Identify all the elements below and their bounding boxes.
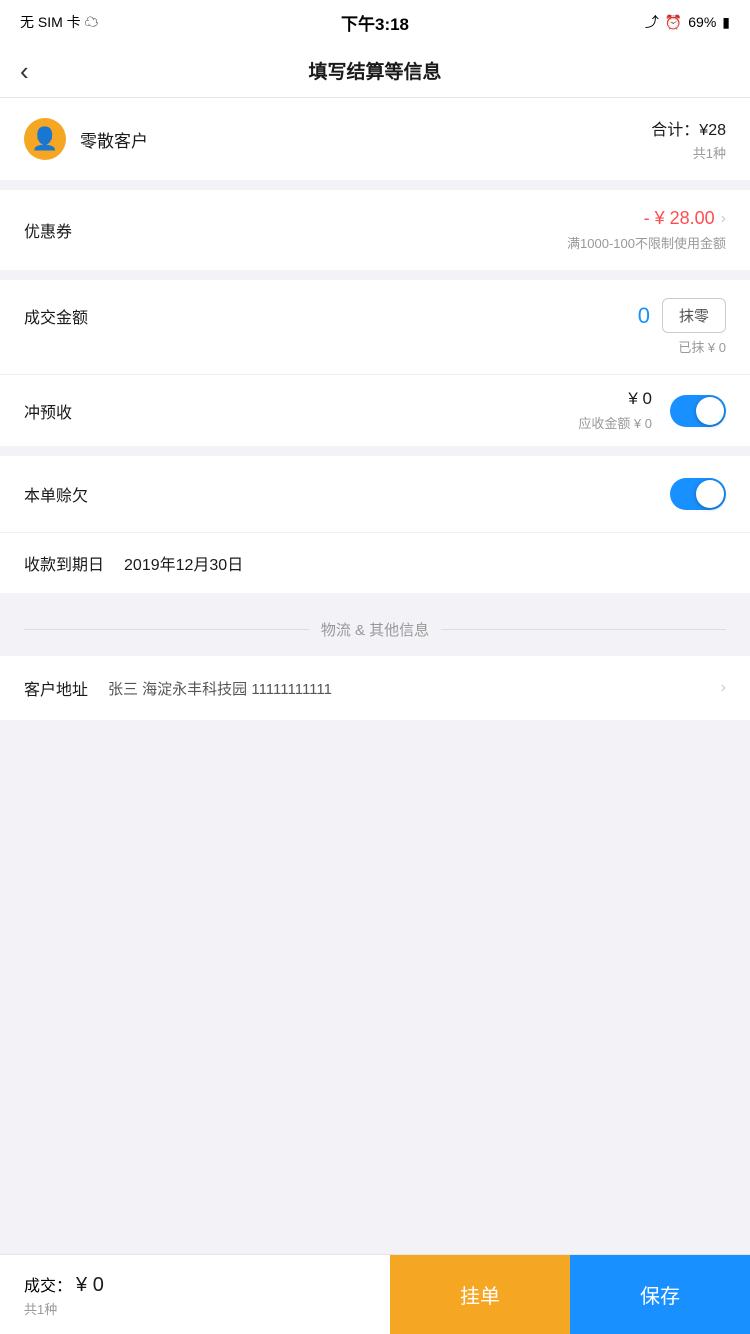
deal-amount-wrap: 0 抹零 bbox=[638, 298, 726, 333]
bottom-bar: 成交： ¥ 0 共1种 挂单 保存 bbox=[0, 1254, 750, 1334]
status-right: ⤴ ⏰ 69% ▮ bbox=[645, 12, 730, 32]
round-zero-button[interactable]: 抹零 bbox=[662, 298, 726, 333]
prepay-amount: ¥ 0 bbox=[628, 389, 652, 409]
address-chevron-icon: › bbox=[721, 679, 726, 697]
battery-icon: ▮ bbox=[722, 14, 730, 31]
status-left: 无 SIM 卡 ☁ bbox=[20, 12, 99, 32]
no-sim-text: 无 SIM 卡 ☁ bbox=[20, 12, 99, 32]
coupon-discount: - ¥ 28.00 bbox=[644, 208, 715, 229]
toggle-knob bbox=[696, 397, 724, 425]
battery-text: 69% bbox=[688, 14, 716, 30]
prepay-row: 冲预收 ¥ 0 应收金额 ¥ 0 bbox=[0, 374, 750, 446]
due-date-row: 收款到期日 2019年12月30日 bbox=[0, 532, 750, 593]
bottom-deal-count: 共1种 bbox=[24, 1299, 366, 1318]
status-time: 下午3:18 bbox=[341, 10, 409, 35]
hold-button[interactable]: 挂单 bbox=[390, 1255, 570, 1334]
bottom-summary: 成交： ¥ 0 共1种 bbox=[0, 1272, 390, 1318]
page-title: 填写结算等信息 bbox=[308, 57, 441, 84]
coupon-section[interactable]: 优惠券 - ¥ 28.00 › 满1000-100不限制使用金额 bbox=[0, 190, 750, 270]
credit-label: 本单赊欠 bbox=[24, 482, 88, 506]
deal-amount-row: 成交金额 0 抹零 bbox=[0, 280, 750, 337]
logistics-line-left bbox=[24, 629, 309, 630]
deal-section: 成交金额 0 抹零 已抹 ¥ 0 冲预收 ¥ 0 应收金额 ¥ 0 bbox=[0, 280, 750, 446]
prepay-right: ¥ 0 应收金额 ¥ 0 bbox=[578, 389, 652, 432]
coupon-description: 满1000-100不限制使用金额 bbox=[567, 233, 726, 252]
credit-section: 本单赊欠 收款到期日 2019年12月30日 bbox=[0, 456, 750, 593]
hold-label: 挂单 bbox=[460, 1280, 500, 1309]
save-label: 保存 bbox=[640, 1280, 680, 1309]
customer-left: 👤 零散客户 bbox=[24, 118, 148, 160]
logistics-header: 物流 & 其他信息 bbox=[0, 603, 750, 656]
address-value: 张三 海淀永丰科技园 11111111111 bbox=[108, 678, 715, 699]
status-bar: 无 SIM 卡 ☁ 下午3:18 ⤴ ⏰ 69% ▮ bbox=[0, 0, 750, 44]
logistics-label: 物流 & 其他信息 bbox=[321, 619, 429, 640]
bottom-deal-amount: ¥ 0 bbox=[76, 1274, 104, 1297]
bottom-deal-label: 成交： bbox=[24, 1272, 72, 1296]
prepay-toggle[interactable] bbox=[670, 395, 726, 427]
alarm-icon: ⏰ bbox=[665, 14, 682, 31]
credit-toggle[interactable] bbox=[670, 478, 726, 510]
coupon-row[interactable]: 优惠券 - ¥ 28.00 › 满1000-100不限制使用金额 bbox=[0, 190, 750, 270]
bottom-deal-line: 成交： ¥ 0 bbox=[24, 1272, 366, 1297]
credit-toggle-knob bbox=[696, 480, 724, 508]
nav-bar: ‹ 填写结算等信息 bbox=[0, 44, 750, 98]
avatar: 👤 bbox=[24, 118, 66, 160]
deal-amount-label: 成交金额 bbox=[24, 304, 88, 328]
coupon-label: 优惠券 bbox=[24, 218, 72, 242]
avatar-icon: 👤 bbox=[31, 126, 58, 152]
save-button[interactable]: 保存 bbox=[570, 1255, 750, 1334]
prepay-receivable: 应收金额 ¥ 0 bbox=[578, 413, 652, 432]
logistics-line-right bbox=[441, 629, 726, 630]
credit-row: 本单赊欠 bbox=[0, 456, 750, 532]
chevron-right-icon: › bbox=[721, 210, 726, 228]
back-button[interactable]: ‹ bbox=[20, 58, 29, 84]
deal-amount-value[interactable]: 0 bbox=[638, 303, 650, 329]
due-date-value: 2019年12月30日 bbox=[124, 551, 243, 575]
address-row[interactable]: 客户地址 张三 海淀永丰科技园 11111111111 › bbox=[0, 656, 750, 720]
customer-section: 👤 零散客户 合计：¥28 共1种 bbox=[0, 98, 750, 180]
address-label: 客户地址 bbox=[24, 676, 88, 700]
customer-name: 零散客户 bbox=[80, 127, 148, 152]
total-count: 共1种 bbox=[651, 143, 726, 162]
customer-row: 👤 零散客户 合计：¥28 共1种 bbox=[0, 98, 750, 180]
prepay-label: 冲预收 bbox=[24, 399, 72, 423]
bottom-spacer bbox=[0, 730, 750, 830]
address-section: 客户地址 张三 海淀永丰科技园 11111111111 › bbox=[0, 656, 750, 720]
coupon-right: - ¥ 28.00 › 满1000-100不限制使用金额 bbox=[567, 208, 726, 252]
deal-sub-text: 已抹 ¥ 0 bbox=[0, 337, 750, 374]
customer-right: 合计：¥28 共1种 bbox=[651, 116, 726, 162]
location-icon: ⤴ bbox=[645, 12, 659, 32]
due-date-label: 收款到期日 bbox=[24, 551, 104, 575]
total-amount: 合计：¥28 bbox=[651, 116, 726, 140]
